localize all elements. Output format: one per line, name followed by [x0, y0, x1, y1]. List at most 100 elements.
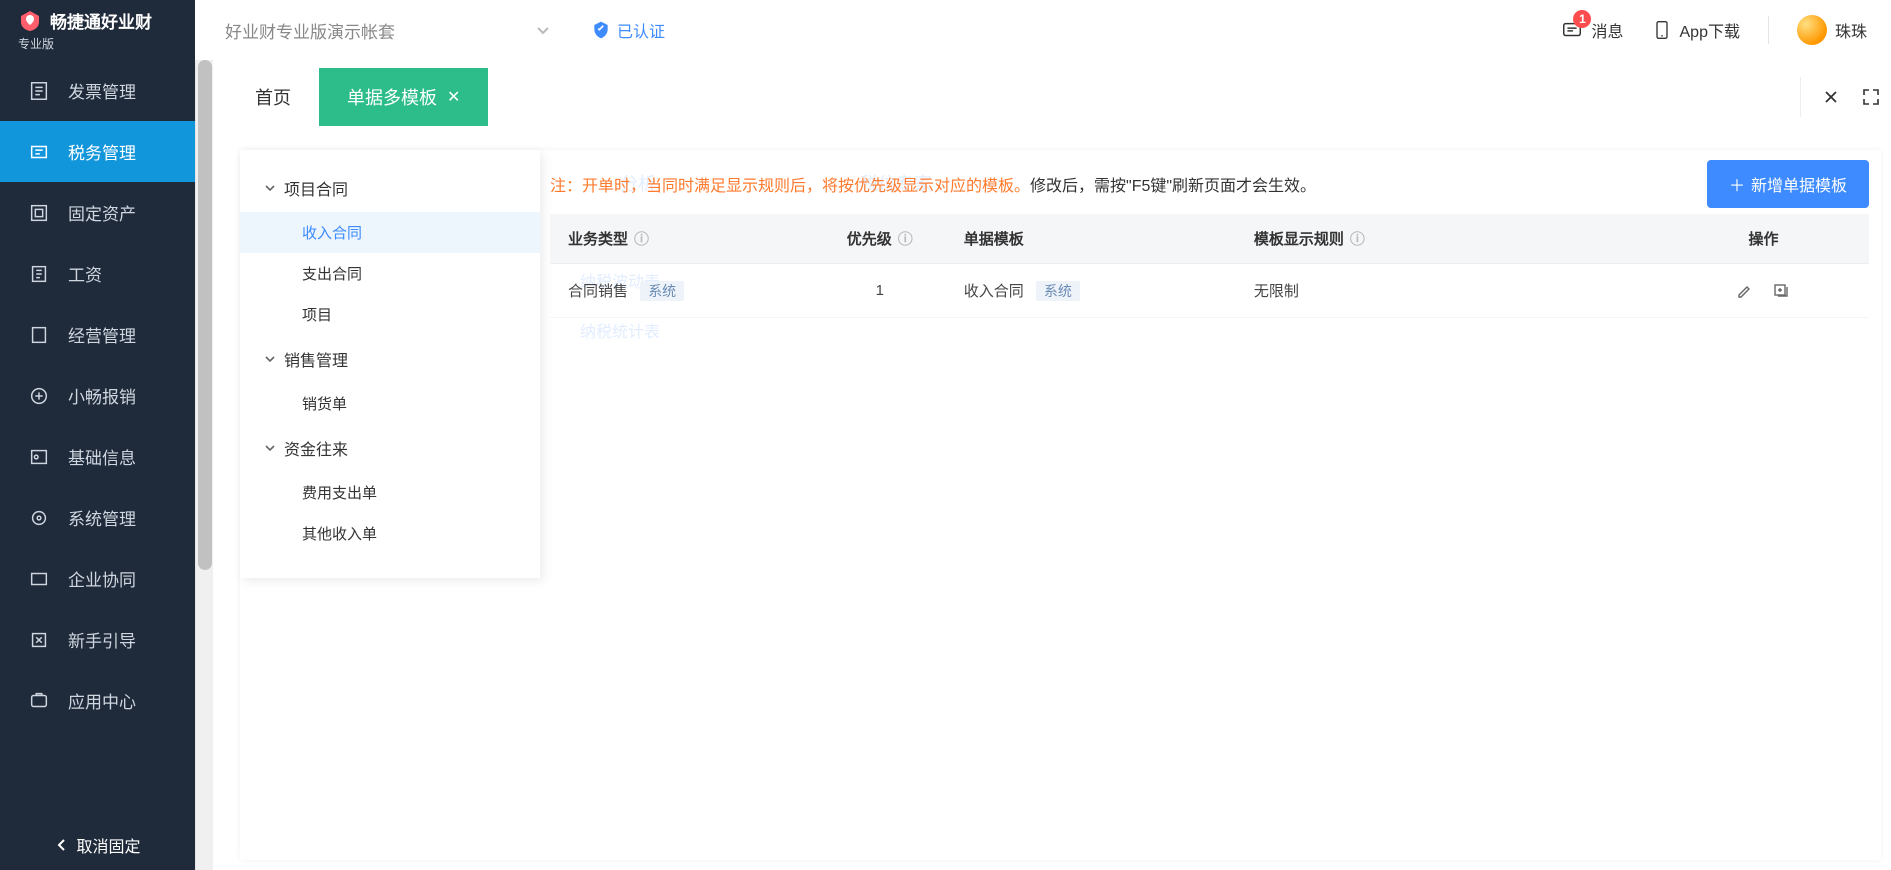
- th-biztype: 业务类型 ⓘ: [550, 214, 814, 264]
- template-text: 收入合同: [964, 283, 1024, 300]
- sidebar-item-label: 应用中心: [68, 688, 136, 713]
- sidebar-item-collab[interactable]: 企业协同: [0, 548, 195, 609]
- baseinfo-icon: [28, 446, 50, 468]
- sidebar-item-salary[interactable]: 工资: [0, 243, 195, 304]
- account-select[interactable]: 好业财专业版演示帐套: [225, 18, 551, 43]
- cat-label: 销货单: [302, 396, 347, 413]
- sidebar-footer-label: 取消固定: [76, 833, 140, 857]
- edit-icon[interactable]: [1736, 282, 1754, 300]
- cat-sales-order[interactable]: 销货单: [240, 383, 540, 424]
- group-funds[interactable]: 资金往来: [240, 424, 540, 472]
- notice-row: 注：开单时，当同时满足显示规则后，将按优先级显示对应的模板。修改后，需按"F5键…: [550, 160, 1869, 208]
- sidebar-item-system[interactable]: 系统管理: [0, 487, 195, 548]
- phone-icon: [1652, 19, 1672, 41]
- sidebar-item-label: 基础信息: [68, 444, 136, 469]
- account-name: 好业财专业版演示帐套: [225, 18, 395, 43]
- sidebar-item-expense[interactable]: 小畅报销: [0, 365, 195, 426]
- sidebar-item-label: 企业协同: [68, 566, 136, 591]
- system-tag: 系统: [1036, 281, 1080, 301]
- sidebar-item-baseinfo[interactable]: 基础信息: [0, 426, 195, 487]
- sidebar-item-guide[interactable]: 新手引导: [0, 609, 195, 670]
- add-template-button[interactable]: ＋ 新增单据模板: [1707, 160, 1869, 208]
- th-ops: 操作: [1658, 214, 1869, 264]
- th-rule: 模板显示规则ⓘ: [1236, 214, 1658, 264]
- download-label: App下载: [1680, 18, 1740, 42]
- plus-icon: ＋: [1729, 172, 1745, 196]
- watermark: 纳税统计表: [580, 318, 660, 342]
- cat-expense-contract[interactable]: 支出合同: [240, 253, 540, 294]
- cat-label: 其他收入单: [302, 526, 377, 543]
- cell-biztype: 合同销售 系统: [550, 264, 814, 318]
- sidebar-scrollbar-thumb[interactable]: [198, 60, 212, 570]
- guide-icon: [28, 629, 50, 651]
- sidebar-unpin-button[interactable]: 取消固定: [0, 820, 195, 870]
- sidebar-item-appcenter[interactable]: 应用中心: [0, 670, 195, 731]
- user-name: 珠珠: [1835, 18, 1867, 42]
- avatar: [1797, 15, 1827, 45]
- cat-label: 项目: [302, 307, 332, 324]
- verified-badge[interactable]: 已认证: [591, 18, 665, 42]
- cat-project[interactable]: 项目: [240, 294, 540, 335]
- main-content: 收入申报 税务申报 税表清册 所得税汇算清缴 分析 税收支出表 纳税波动表 纳税…: [240, 150, 1881, 860]
- th-priority: 优先级 ⓘ: [814, 214, 946, 264]
- sidebar-item-invoice[interactable]: 发票管理: [0, 60, 195, 121]
- user-menu[interactable]: 珠珠: [1797, 15, 1867, 45]
- help-icon[interactable]: ⓘ: [898, 231, 913, 248]
- sidebar-item-label: 工资: [68, 261, 102, 286]
- group-sales[interactable]: 销售管理: [240, 335, 540, 383]
- group-label: 资金往来: [284, 436, 348, 460]
- tab-home[interactable]: 首页: [227, 68, 319, 126]
- sidebar-item-label: 系统管理: [68, 505, 136, 530]
- cat-income-contract[interactable]: 收入合同: [240, 212, 540, 253]
- notice-text: 注：开单时，当同时满足显示规则后，将按优先级显示对应的模板。修改后，需按"F5键…: [550, 172, 1316, 196]
- notice-rest: 修改后，需按"F5键"刷新页面才会生效。: [1030, 178, 1316, 195]
- th-label: 业务类型: [568, 231, 628, 248]
- expense-icon: [28, 385, 50, 407]
- th-label: 优先级: [847, 231, 892, 248]
- business-icon: [28, 324, 50, 346]
- sidebar-item-label: 税务管理: [68, 139, 136, 164]
- biztype-text: 合同销售: [568, 283, 628, 300]
- brand-edition: 专业版: [18, 35, 195, 52]
- cat-label: 费用支出单: [302, 485, 377, 502]
- sidebar-scrollbar[interactable]: [195, 60, 213, 870]
- templates-table: 业务类型ⓘ 优先级ⓘ 单据模板 模板显示规则ⓘ 操作 合同销售 系统 1 收入合…: [550, 214, 1869, 318]
- messages-button[interactable]: 1 消息: [1561, 18, 1623, 42]
- sidebar-item-tax[interactable]: 税务管理: [0, 121, 195, 182]
- app-header: 畅捷通好业财 专业版 好业财专业版演示帐套 已认证 1 消息: [0, 0, 1891, 60]
- add-btn-label: 新增单据模板: [1751, 172, 1847, 196]
- messages-label: 消息: [1591, 18, 1623, 42]
- brand-logo-icon: [18, 9, 42, 33]
- header-right: 1 消息 App下载 珠珠: [1561, 15, 1891, 45]
- chevron-down-icon: [264, 182, 276, 194]
- help-icon[interactable]: ⓘ: [634, 231, 649, 248]
- app-icon: [28, 690, 50, 712]
- tabs-divider: [1800, 77, 1801, 117]
- group-project-contract[interactable]: 项目合同: [240, 164, 540, 212]
- cat-other-income[interactable]: 其他收入单: [240, 513, 540, 554]
- sidebar-item-label: 经营管理: [68, 322, 136, 347]
- cell-ops: [1658, 264, 1869, 318]
- cat-expense-receipt[interactable]: 费用支出单: [240, 472, 540, 513]
- sidebar-item-business[interactable]: 经营管理: [0, 304, 195, 365]
- help-icon[interactable]: ⓘ: [1350, 231, 1365, 248]
- chevron-down-icon: [535, 22, 551, 38]
- tabs-bar: 首页 单据多模板 ✕: [213, 60, 1891, 134]
- copy-icon[interactable]: [1772, 282, 1790, 300]
- chevron-down-icon: [264, 353, 276, 365]
- cat-label: 支出合同: [302, 266, 362, 283]
- close-all-icon[interactable]: [1821, 87, 1841, 107]
- chevron-down-icon: [264, 442, 276, 454]
- arrow-left-icon: [54, 837, 70, 853]
- fullscreen-icon[interactable]: [1861, 87, 1881, 107]
- close-icon[interactable]: ✕: [447, 87, 460, 107]
- system-tag: 系统: [640, 281, 684, 301]
- group-label: 销售管理: [284, 347, 348, 371]
- table-row: 合同销售 系统 1 收入合同 系统 无限制: [550, 264, 1869, 318]
- cat-label: 收入合同: [302, 225, 362, 242]
- tab-template[interactable]: 单据多模板 ✕: [319, 68, 488, 126]
- left-sidebar: 发票管理 税务管理 固定资产 工资 经营管理 小畅报销 基础信息 系统管理: [0, 60, 195, 870]
- message-badge: 1: [1573, 10, 1591, 28]
- sidebar-item-fixedasset[interactable]: 固定资产: [0, 182, 195, 243]
- download-button[interactable]: App下载: [1652, 18, 1740, 42]
